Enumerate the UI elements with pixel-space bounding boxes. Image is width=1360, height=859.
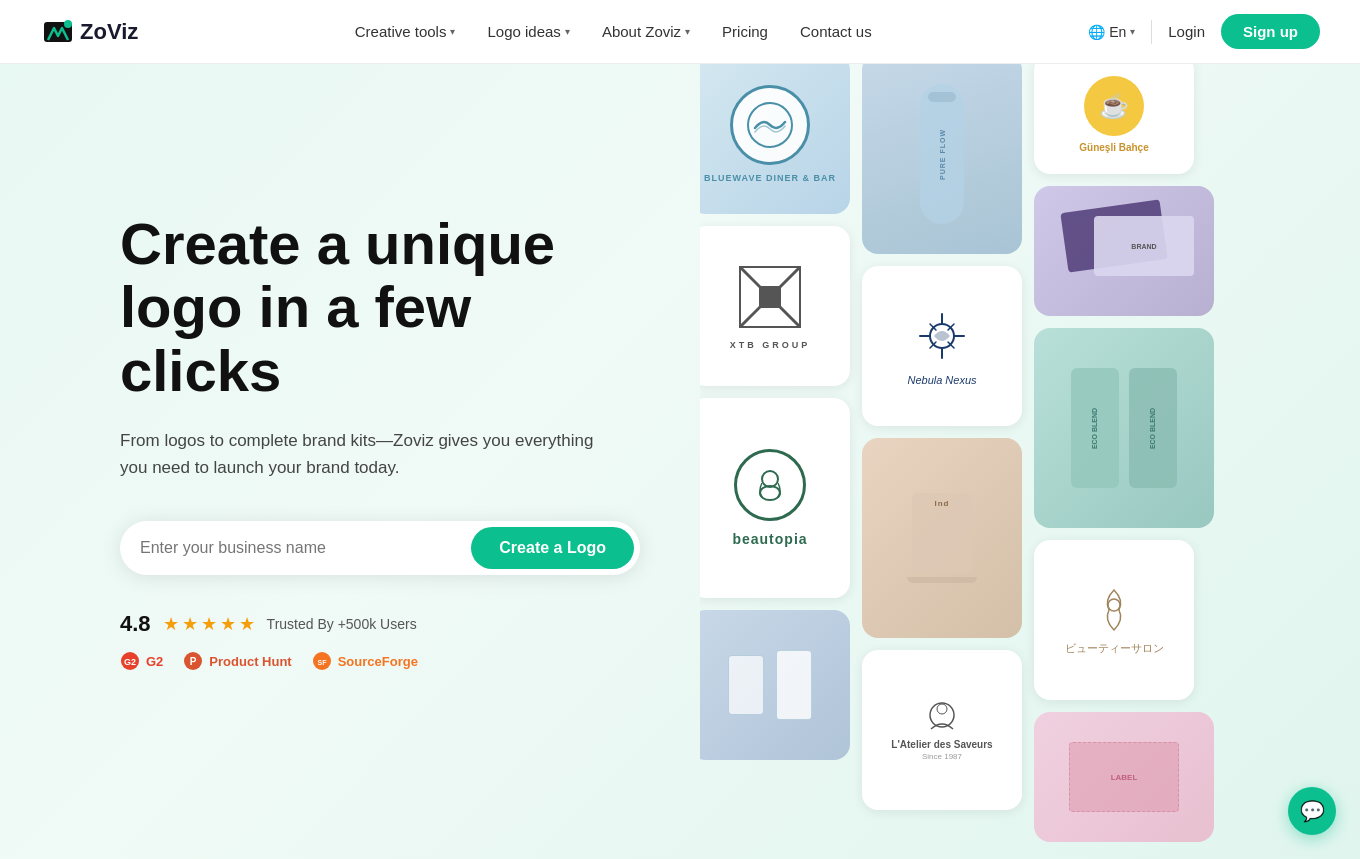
rating-row: 4.8 ★ ★ ★ ★ ★ Trusted By +500k Users <box>120 611 640 637</box>
nav-creative-tools[interactable]: Creative tools ▾ <box>355 23 456 40</box>
create-logo-button[interactable]: Create a Logo <box>471 527 634 569</box>
lotelier-sublabel: Since 1987 <box>922 752 962 761</box>
sourceforge-badge[interactable]: SF SourceForge <box>312 651 418 671</box>
pkg-blue-card <box>700 610 850 760</box>
bluewave-label: BLUEWAVE DINER & BAR <box>704 173 836 183</box>
hero-title: Create a unique logo in a few clicks <box>120 212 640 403</box>
svg-point-20 <box>1108 599 1120 611</box>
star-rating: ★ ★ ★ ★ ★ <box>163 613 255 635</box>
svg-text:P: P <box>190 656 197 667</box>
svg-rect-14 <box>759 286 781 308</box>
bluewave-card: BLUEWAVE DINER & BAR <box>700 64 850 214</box>
star-2: ★ <box>182 613 198 635</box>
biz-card-photo: BRAND <box>1034 186 1214 316</box>
language-selector[interactable]: 🌐 En ▾ <box>1088 24 1135 40</box>
gallery-columns: BLUEWAVE DINER & BAR X <box>700 64 1214 842</box>
logo-gallery: BLUEWAVE DINER & BAR X <box>700 64 1360 859</box>
gunesli-card: ☕ Güneşli Bahçe <box>1034 64 1194 174</box>
xtb-logo-icon <box>735 262 805 332</box>
chevron-down-icon: ▾ <box>450 26 455 37</box>
svg-point-19 <box>937 704 947 714</box>
hero-section: Create a unique logo in a few clicks Fro… <box>0 64 1360 859</box>
hero-subtitle: From logos to complete brand kits—Zoviz … <box>120 427 600 481</box>
star-1: ★ <box>163 613 179 635</box>
rating-text: Trusted By +500k Users <box>267 616 417 632</box>
teal-pkg-card: ECO BLEND ECO BLEND <box>1034 328 1214 528</box>
nav-pricing[interactable]: Pricing <box>722 23 768 40</box>
nav-logo-ideas[interactable]: Logo ideas ▾ <box>487 23 569 40</box>
signup-button[interactable]: Sign up <box>1221 14 1320 49</box>
nav-right: 🌐 En ▾ Login Sign up <box>1088 14 1320 49</box>
product-hunt-badge[interactable]: P Product Hunt <box>183 651 291 671</box>
svg-text:SF: SF <box>317 659 327 666</box>
gunesli-label: Güneşli Bahçe <box>1079 142 1148 153</box>
svg-text:G2: G2 <box>124 657 136 667</box>
lotelier-logo-icon <box>917 699 967 739</box>
star-3: ★ <box>201 613 217 635</box>
beautopia-card: beautopia <box>700 398 850 598</box>
sourceforge-icon: SF <box>312 651 332 671</box>
nav-links: Creative tools ▾ Logo ideas ▾ About Zovi… <box>355 23 872 40</box>
beautopia-logo-icon <box>748 463 792 507</box>
star-4: ★ <box>220 613 236 635</box>
logo-text: ZoViz <box>80 19 138 45</box>
chevron-down-icon: ▾ <box>565 26 570 37</box>
nebula-logo-icon <box>912 306 972 366</box>
ind-card: Ind <box>862 438 1022 638</box>
nav-divider <box>1151 20 1152 44</box>
login-button[interactable]: Login <box>1168 23 1205 40</box>
beauty-salon-label: ビューティーサロン <box>1065 641 1164 656</box>
chat-icon: 💬 <box>1300 799 1325 823</box>
svg-point-16 <box>760 486 780 500</box>
chevron-down-icon: ▾ <box>1130 26 1135 37</box>
logo[interactable]: ZoViz <box>40 14 138 50</box>
sticker-card: LABEL <box>1034 712 1214 842</box>
lotelier-card: L'Atelier des Saveurs Since 1987 <box>862 650 1022 810</box>
beauty-salon-icon <box>1089 585 1139 635</box>
badge-row: G2 G2 P Product Hunt SF SourceForge <box>120 651 640 671</box>
business-name-form: Create a Logo <box>120 521 640 575</box>
svg-point-15 <box>762 471 778 487</box>
gunesli-icon: ☕ <box>1084 76 1144 136</box>
rating-score: 4.8 <box>120 611 151 637</box>
g2-badge[interactable]: G2 G2 <box>120 651 163 671</box>
xtb-label: XTB GROUP <box>730 340 811 350</box>
gallery-col-2: PURE FLOW Nebula Nexus <box>862 64 1022 842</box>
g2-icon: G2 <box>120 651 140 671</box>
nebula-card: Nebula Nexus <box>862 266 1022 426</box>
beautopia-label: beautopia <box>732 531 807 547</box>
gallery-col-3: ☕ Güneşli Bahçe BRAND <box>1034 64 1214 842</box>
svg-point-1 <box>64 20 72 28</box>
globe-icon: 🌐 <box>1088 24 1105 40</box>
bluewave-logo-icon <box>745 100 795 150</box>
beauty-salon-card: ビューティーサロン <box>1034 540 1194 700</box>
gallery-col-1: BLUEWAVE DINER & BAR X <box>700 64 850 842</box>
nav-about[interactable]: About Zoviz ▾ <box>602 23 690 40</box>
lotelier-label: L'Atelier des Saveurs <box>891 739 992 750</box>
pureflow-card: PURE FLOW <box>862 64 1022 254</box>
navbar: ZoViz Creative tools ▾ Logo ideas ▾ Abou… <box>0 0 1360 64</box>
business-name-input[interactable] <box>140 539 471 557</box>
nebula-label: Nebula Nexus <box>907 374 976 386</box>
nav-contact[interactable]: Contact us <box>800 23 872 40</box>
star-5: ★ <box>239 613 255 635</box>
product-hunt-icon: P <box>183 651 203 671</box>
chat-button[interactable]: 💬 <box>1288 787 1336 835</box>
xtb-card: XTB GROUP <box>700 226 850 386</box>
chevron-down-icon: ▾ <box>685 26 690 37</box>
hero-left: Create a unique logo in a few clicks Fro… <box>0 64 700 859</box>
